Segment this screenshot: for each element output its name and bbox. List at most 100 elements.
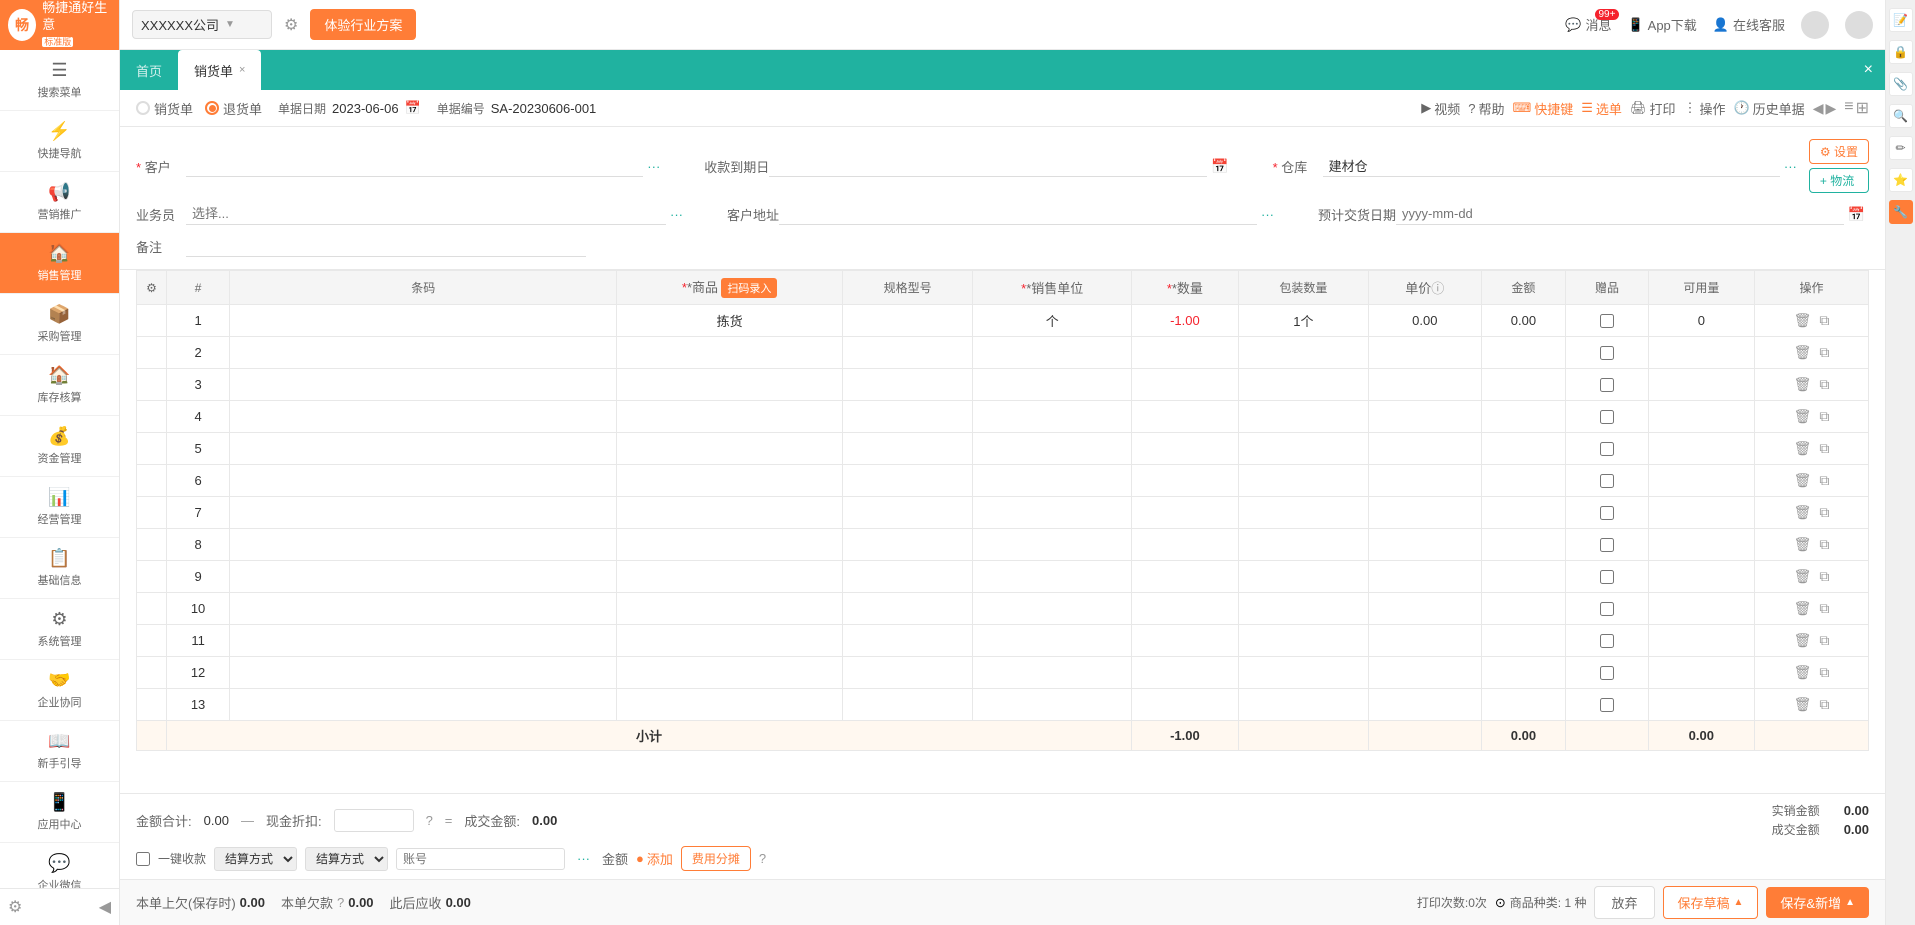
row-barcode-cell[interactable] bbox=[230, 689, 617, 721]
user-avatar[interactable] bbox=[1801, 11, 1829, 39]
row-product-cell[interactable]: 拣货 bbox=[617, 305, 843, 337]
row-copy-btn[interactable]: ⧉ bbox=[1817, 630, 1831, 651]
row-barcode-cell[interactable] bbox=[230, 401, 617, 433]
nav-next-icon[interactable]: ▶ bbox=[1825, 100, 1836, 117]
right-panel-btn-4[interactable]: 🔍 bbox=[1889, 104, 1913, 128]
sidebar-item-guide[interactable]: 📖 新手引导 bbox=[0, 721, 119, 782]
customer-more-icon[interactable]: ··· bbox=[643, 159, 664, 174]
row-amount-cell[interactable] bbox=[1481, 529, 1566, 561]
row-unit-price-cell[interactable] bbox=[1369, 401, 1481, 433]
action-help[interactable]: ? 帮助 bbox=[1468, 99, 1504, 118]
bottom-help-icon[interactable]: ? bbox=[759, 851, 766, 866]
row-unit-price-cell[interactable] bbox=[1369, 497, 1481, 529]
right-panel-btn-7[interactable]: 🔧 bbox=[1889, 200, 1913, 224]
row-amount-cell[interactable] bbox=[1481, 337, 1566, 369]
row-barcode-cell[interactable] bbox=[230, 657, 617, 689]
settings-icon[interactable]: ⚙ bbox=[284, 15, 298, 35]
sales-rep-input[interactable] bbox=[186, 203, 666, 225]
row-unit-price-cell[interactable] bbox=[1369, 369, 1481, 401]
row-qty-cell[interactable] bbox=[1132, 433, 1239, 465]
row-pkg-qty-cell[interactable]: 1个 bbox=[1238, 305, 1368, 337]
row-unit-cell[interactable] bbox=[973, 337, 1132, 369]
row-spec-cell[interactable] bbox=[842, 497, 972, 529]
row-barcode-cell[interactable] bbox=[230, 337, 617, 369]
row-barcode-cell[interactable] bbox=[230, 369, 617, 401]
row-gift-cell[interactable] bbox=[1566, 657, 1648, 689]
row-unit-cell[interactable] bbox=[973, 529, 1132, 561]
main-close-icon[interactable]: × bbox=[1864, 61, 1873, 79]
expected-date-input[interactable] bbox=[1396, 203, 1844, 225]
row-delete-btn[interactable]: 🗑 bbox=[1792, 470, 1814, 491]
radio-return[interactable]: 退货单 bbox=[205, 99, 262, 118]
row-gift-cell[interactable] bbox=[1566, 369, 1648, 401]
row-amount-cell[interactable] bbox=[1481, 401, 1566, 433]
sales-rep-more-icon[interactable]: ··· bbox=[666, 207, 687, 222]
right-panel-btn-1[interactable]: 📝 bbox=[1889, 8, 1913, 32]
row-unit-price-cell[interactable]: 0.00 bbox=[1369, 305, 1481, 337]
row-unit-cell[interactable] bbox=[973, 497, 1132, 529]
row-qty-cell[interactable] bbox=[1132, 657, 1239, 689]
row-barcode-cell[interactable] bbox=[230, 625, 617, 657]
row-copy-btn[interactable]: ⧉ bbox=[1817, 406, 1831, 427]
row-spec-cell[interactable] bbox=[842, 401, 972, 433]
row-spec-cell[interactable] bbox=[842, 465, 972, 497]
row-spec-cell[interactable] bbox=[842, 593, 972, 625]
sidebar-item-operations[interactable]: 📊 经营管理 bbox=[0, 477, 119, 538]
tab-home[interactable]: 首页 bbox=[120, 50, 178, 90]
row-spec-cell[interactable] bbox=[842, 625, 972, 657]
row-spec-cell[interactable] bbox=[842, 369, 972, 401]
row-qty-cell[interactable]: -1.00 bbox=[1132, 305, 1239, 337]
row-barcode-cell[interactable] bbox=[230, 465, 617, 497]
abandon-button[interactable]: 放弃 bbox=[1594, 886, 1654, 919]
row-delete-btn[interactable]: 🗑 bbox=[1792, 406, 1814, 427]
action-filter[interactable]: ☰ 选单 bbox=[1581, 99, 1622, 118]
sidebar-item-finance[interactable]: 💰 资金管理 bbox=[0, 416, 119, 477]
trial-button[interactable]: 体验行业方案 bbox=[310, 9, 416, 40]
row-qty-cell[interactable] bbox=[1132, 337, 1239, 369]
row-product-cell[interactable] bbox=[617, 657, 843, 689]
row-amount-cell[interactable] bbox=[1481, 657, 1566, 689]
message-btn[interactable]: 💬 消息 99+ bbox=[1565, 15, 1611, 34]
row-pkg-qty-cell[interactable] bbox=[1238, 689, 1368, 721]
row-delete-btn[interactable]: 🗑 bbox=[1792, 502, 1814, 523]
row-unit-price-cell[interactable] bbox=[1369, 433, 1481, 465]
row-copy-btn[interactable]: ⧉ bbox=[1817, 694, 1831, 715]
calc-method-select2[interactable]: 结算方式 bbox=[305, 847, 388, 871]
row-delete-btn[interactable]: 🗑 bbox=[1792, 534, 1814, 555]
row-unit-cell[interactable] bbox=[973, 593, 1132, 625]
row-pkg-qty-cell[interactable] bbox=[1238, 497, 1368, 529]
add-payment-button[interactable]: ● 添加 bbox=[636, 849, 673, 868]
row-gift-cell[interactable] bbox=[1566, 465, 1648, 497]
row-barcode-cell[interactable] bbox=[230, 529, 617, 561]
row-spec-cell[interactable] bbox=[842, 305, 972, 337]
row-copy-btn[interactable]: ⧉ bbox=[1817, 662, 1831, 683]
save-new-button[interactable]: 保存&新增 ▲ bbox=[1766, 887, 1869, 918]
row-product-cell[interactable] bbox=[617, 369, 843, 401]
row-unit-price-cell[interactable] bbox=[1369, 465, 1481, 497]
row-unit-cell[interactable] bbox=[973, 689, 1132, 721]
sidebar-item-marketing[interactable]: 📢 营销推广 bbox=[0, 172, 119, 233]
nav-prev-icon[interactable]: ◀ bbox=[1813, 100, 1824, 117]
row-barcode-cell[interactable] bbox=[230, 305, 617, 337]
expected-date-calendar-icon[interactable]: 📅 bbox=[1844, 206, 1869, 223]
row-pkg-qty-cell[interactable] bbox=[1238, 401, 1368, 433]
row-barcode-cell[interactable] bbox=[230, 433, 617, 465]
row-spec-cell[interactable] bbox=[842, 561, 972, 593]
row-copy-btn[interactable]: ⧉ bbox=[1817, 598, 1831, 619]
row-spec-cell[interactable] bbox=[842, 433, 972, 465]
account-input[interactable] bbox=[396, 848, 565, 870]
row-barcode-cell[interactable] bbox=[230, 497, 617, 529]
sidebar-item-app-center[interactable]: 📱 应用中心 bbox=[0, 782, 119, 843]
row-qty-cell[interactable] bbox=[1132, 593, 1239, 625]
row-unit-price-cell[interactable] bbox=[1369, 625, 1481, 657]
sidebar-item-inventory[interactable]: 🏠 库存核算 bbox=[0, 355, 119, 416]
row-unit-cell[interactable] bbox=[973, 657, 1132, 689]
scan-button[interactable]: 扫码录入 bbox=[721, 278, 777, 298]
action-history[interactable]: 🕐 历史单据 bbox=[1733, 99, 1804, 118]
app-download-btn[interactable]: 📱 App下载 bbox=[1627, 15, 1696, 34]
row-product-cell[interactable] bbox=[617, 433, 843, 465]
action-video[interactable]: ▶ 视频 bbox=[1421, 99, 1460, 118]
row-spec-cell[interactable] bbox=[842, 337, 972, 369]
customer-input[interactable] bbox=[186, 155, 643, 177]
row-delete-btn[interactable]: 🗑 bbox=[1792, 694, 1814, 715]
